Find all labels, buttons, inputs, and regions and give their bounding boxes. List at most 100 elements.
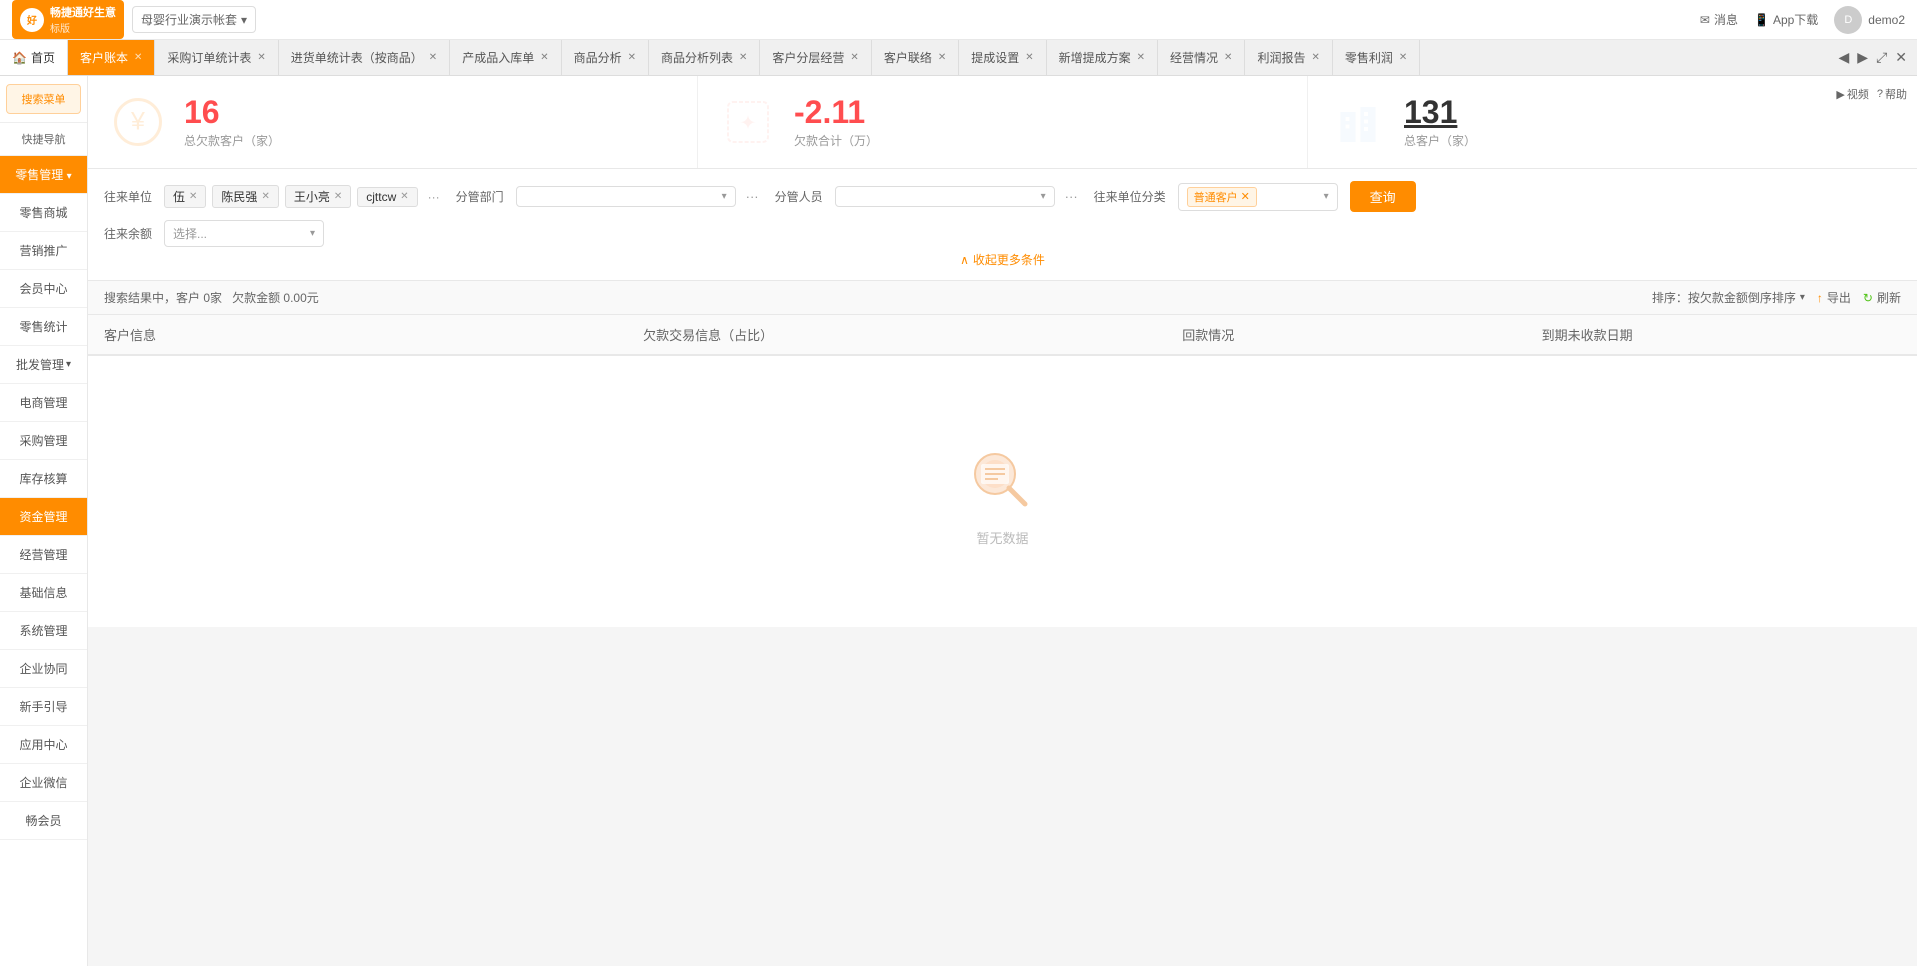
empty-text: 暂无数据 (976, 528, 1028, 547)
user-area[interactable]: D demo2 (1834, 6, 1905, 34)
close-icon[interactable]: ✕ (739, 52, 747, 63)
remove-tag-wang[interactable]: ✕ (334, 191, 342, 202)
search-result-bar: 搜索结果中，客户 0家 欠款金额 0.00元 排序：按欠款金额倒序排序 ▾ ↑ … (88, 281, 1917, 315)
sidebar-item-retail-mall[interactable]: 零售商城 (0, 194, 87, 232)
dept-select-box[interactable]: ▾ (516, 186, 736, 207)
nav-next-icon[interactable]: ▶ (1855, 47, 1870, 68)
person-chevron-icon: ▾ (1041, 191, 1046, 202)
sidebar-item-quick-nav[interactable]: 快捷导航 (0, 123, 87, 156)
query-button[interactable]: 查询 (1350, 181, 1416, 212)
unit-type-chevron-icon: ▾ (1324, 191, 1329, 202)
sidebar-item-business-mgmt[interactable]: 经营管理 (0, 536, 87, 574)
tab-new-commission[interactable]: 新增提成方案 ✕ (1047, 40, 1158, 75)
filter-unit-type-select: 普通客户 ✕ ▾ (1178, 183, 1338, 211)
tab-commission-setting[interactable]: 提成设置 ✕ (959, 40, 1046, 75)
close-icon[interactable]: ✕ (850, 52, 858, 63)
close-icon[interactable]: ✕ (1025, 52, 1033, 63)
unit-type-select-box[interactable]: 普通客户 ✕ ▾ (1178, 183, 1338, 211)
export-button[interactable]: ↑ 导出 (1817, 289, 1851, 306)
svg-text:¥: ¥ (130, 108, 145, 136)
stat-label-customers: 总欠款客户（家） (184, 132, 677, 149)
result-info: 搜索结果中，客户 0家 欠款金额 0.00元 (104, 289, 319, 306)
nav-expand-icon[interactable]: ⤢ (1874, 47, 1889, 68)
sidebar-item-newbie[interactable]: 新手引导 (0, 688, 87, 726)
logo-text: 畅捷通好生意 (50, 4, 116, 20)
sidebar-item-finance[interactable]: 资金管理 (0, 498, 87, 536)
sort-label: 排序：按欠款金额倒序排序 (1652, 289, 1796, 306)
person-select-box[interactable]: ▾ (835, 186, 1055, 207)
remove-unit-type-tag[interactable]: ✕ (1241, 190, 1250, 203)
remove-tag-chen[interactable]: ✕ (261, 191, 269, 202)
tab-product-inbound[interactable]: 产成品入库单 ✕ (450, 40, 561, 75)
sidebar-item-app-center[interactable]: 应用中心 (0, 726, 87, 764)
sidebar-item-wechat[interactable]: 企业微信 (0, 764, 87, 802)
chevron-icon: ▾ (66, 359, 71, 370)
tab-purchase-stats[interactable]: 进货单统计表（按商品） ✕ (279, 40, 450, 75)
help-btn[interactable]: ? 帮助 (1877, 86, 1907, 102)
filter-more-btn[interactable]: ··· (424, 188, 444, 206)
store-selector[interactable]: 母婴行业演示帐套 ▾ (132, 6, 256, 33)
sidebar-item-retail-stats[interactable]: 零售统计 (0, 308, 87, 346)
table-header: 客户信息 欠款交易信息（占比） 回款情况 到期未收款日期 (88, 315, 1917, 356)
sidebar-item-basic-info[interactable]: 基础信息 (0, 574, 87, 612)
avatar: D (1834, 6, 1862, 34)
close-icon[interactable]: ✕ (1311, 52, 1319, 63)
close-icon[interactable]: ✕ (628, 52, 636, 63)
filter-collapse-btn[interactable]: ∧ 收起更多条件 (104, 251, 1901, 268)
remove-tag-wu[interactable]: ✕ (189, 191, 197, 202)
filter-unit-type-label: 往来单位分类 (1094, 188, 1166, 205)
remove-tag-cjttcw[interactable]: ✕ (400, 191, 408, 202)
nav-prev-icon[interactable]: ◀ (1837, 47, 1852, 68)
top-bar-left: 好 畅捷通好生意 标版 母婴行业演示帐套 ▾ (12, 0, 256, 39)
sidebar-item-member-center[interactable]: 会员中心 (0, 270, 87, 308)
tab-product-analysis[interactable]: 商品分析 ✕ (562, 40, 649, 75)
close-icon[interactable]: ✕ (938, 52, 946, 63)
sidebar-item-enterprise[interactable]: 企业协同 (0, 650, 87, 688)
building-icon (1328, 92, 1388, 152)
search-menu-button[interactable]: 搜索菜单 (6, 84, 81, 114)
stat-card-debt: ✦ -2.11 欠款合计（万） (698, 76, 1308, 168)
close-icon[interactable]: ✕ (1399, 52, 1407, 63)
filter-unit-label: 往来单位 (104, 188, 152, 205)
close-icon[interactable]: ✕ (134, 52, 142, 63)
tab-business[interactable]: 经营情况 ✕ (1158, 40, 1245, 75)
close-icon[interactable]: ✕ (540, 52, 548, 63)
close-icon[interactable]: ✕ (1137, 52, 1145, 63)
sidebar-item-retail[interactable]: 零售管理 ▾ (0, 156, 87, 194)
stats-row: ¥ 16 总欠款客户（家） ✦ -2.11 欠款合计 (88, 76, 1917, 169)
col-header-debt: 欠款交易信息（占比） (643, 325, 1182, 344)
tab-profit-report[interactable]: 利润报告 ✕ (1245, 40, 1332, 75)
sidebar-item-system[interactable]: 系统管理 (0, 612, 87, 650)
tab-retail-profit[interactable]: 零售利润 ✕ (1333, 40, 1420, 75)
video-btn[interactable]: ▶ 视频 (1836, 86, 1868, 102)
tab-product-analysis-list[interactable]: 商品分析列表 ✕ (649, 40, 760, 75)
stat-number-total: 131 (1404, 96, 1897, 128)
tab-customer-ledger[interactable]: 客户账本 ✕ (68, 40, 155, 75)
tab-home[interactable]: 🏠 首页 (0, 40, 68, 75)
sidebar-item-inventory[interactable]: 库存核算 (0, 460, 87, 498)
filter-tag-wu: 伍 ✕ (164, 185, 206, 208)
sidebar-item-member[interactable]: 畅会员 (0, 802, 87, 840)
sidebar-item-wholesale[interactable]: 批发管理 ▾ (0, 346, 87, 384)
sort-select[interactable]: 排序：按欠款金额倒序排序 ▾ (1652, 289, 1805, 306)
svg-text:✦: ✦ (740, 113, 757, 135)
sidebar-item-purchase[interactable]: 采购管理 (0, 422, 87, 460)
username: demo2 (1868, 13, 1905, 27)
close-icon[interactable]: ✕ (257, 52, 265, 63)
person-ellipsis[interactable]: ··· (1061, 187, 1082, 206)
sidebar-item-ecommerce[interactable]: 电商管理 (0, 384, 87, 422)
home-icon: 🏠 (12, 51, 27, 65)
tab-customer-layer[interactable]: 客户分层经营 ✕ (760, 40, 871, 75)
sidebar-item-marketing[interactable]: 营销推广 (0, 232, 87, 270)
close-icon[interactable]: ✕ (1224, 52, 1232, 63)
filter-dept-select: ▾ ··· (516, 186, 763, 207)
tab-customer-contact[interactable]: 客户联络 ✕ (872, 40, 959, 75)
message-btn[interactable]: ✉ 消息 (1700, 11, 1738, 28)
nav-close-all-icon[interactable]: ✕ (1893, 47, 1909, 68)
app-download-btn[interactable]: 📱 App下载 (1754, 11, 1818, 28)
balance-select-box[interactable]: 选择... ▾ (164, 220, 324, 247)
refresh-button[interactable]: ↻ 刷新 (1863, 289, 1901, 306)
close-icon[interactable]: ✕ (429, 52, 437, 63)
tab-purchase-order[interactable]: 采购订单统计表 ✕ (155, 40, 278, 75)
dept-ellipsis[interactable]: ··· (742, 187, 763, 206)
